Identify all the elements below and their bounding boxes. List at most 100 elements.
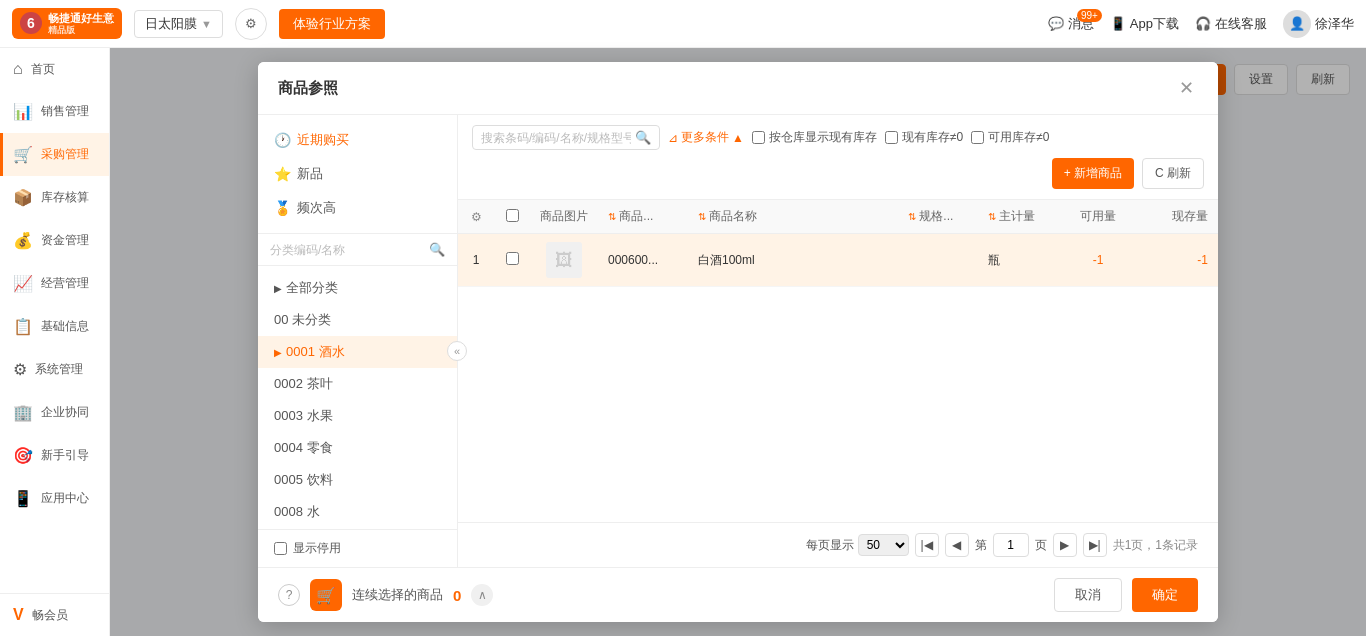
category-item-0001[interactable]: ▶ 0001 酒水 bbox=[258, 336, 457, 368]
sales-icon: 📊 bbox=[13, 102, 33, 121]
row-check[interactable] bbox=[494, 234, 530, 287]
modal-title: 商品参照 bbox=[278, 79, 338, 98]
store-selector[interactable]: 日太阳膜 ▼ bbox=[134, 10, 223, 38]
sidebar-label-apps: 应用中心 bbox=[41, 490, 89, 507]
continuous-label: 连续选择的商品 bbox=[352, 586, 443, 604]
per-page-select[interactable]: 50 10 20 100 bbox=[858, 534, 909, 556]
modal-close-button[interactable]: ✕ bbox=[1174, 76, 1198, 100]
logo: 6 畅捷通好生意 精品版 bbox=[12, 8, 122, 40]
star-icon: ⭐ bbox=[274, 166, 291, 182]
category-search-area: 🔍 bbox=[258, 234, 457, 266]
add-product-button[interactable]: + 新增商品 bbox=[1052, 158, 1134, 189]
sidebar-item-guide[interactable]: 🎯 新手引导 bbox=[0, 434, 109, 477]
row-stock: -1 bbox=[1138, 234, 1218, 287]
select-all-checkbox[interactable] bbox=[506, 209, 519, 222]
store-name: 日太阳膜 bbox=[145, 15, 197, 33]
page-word: 第 bbox=[975, 537, 987, 554]
app-download-item[interactable]: 📱 App下载 bbox=[1110, 15, 1179, 33]
sidebar-item-system[interactable]: ⚙ 系统管理 bbox=[0, 348, 109, 391]
app-sub: 精品版 bbox=[48, 25, 114, 36]
existing-stock-label: 现有库存≠0 bbox=[902, 129, 963, 146]
app-download-label: App下载 bbox=[1130, 15, 1179, 33]
sidebar-item-purchase[interactable]: 🛒 采购管理 bbox=[0, 133, 109, 176]
sort-unit-icon: ⇅ bbox=[988, 211, 996, 222]
prev-page-button[interactable]: ◀ bbox=[945, 533, 969, 557]
row-spec bbox=[898, 234, 978, 287]
tab-frequent-label: 频次高 bbox=[297, 199, 336, 217]
existing-stock-checkbox[interactable] bbox=[885, 131, 898, 144]
sidebar-item-basic[interactable]: 📋 基础信息 bbox=[0, 305, 109, 348]
col-header-avail: 可用量 bbox=[1058, 200, 1138, 234]
sidebar-item-enterprise[interactable]: 🏢 企业协同 bbox=[0, 391, 109, 434]
sidebar-item-operation[interactable]: 📈 经营管理 bbox=[0, 262, 109, 305]
table-settings-icon[interactable]: ⚙ bbox=[471, 210, 482, 224]
show-disabled-checkbox[interactable] bbox=[274, 542, 287, 555]
system-icon: ⚙ bbox=[13, 360, 27, 379]
gear-icon: ⚙ bbox=[245, 16, 257, 31]
more-filter-button[interactable]: ⊿ 更多条件 ▲ bbox=[668, 129, 744, 146]
selected-count: 0 bbox=[453, 587, 461, 604]
refresh-button[interactable]: C 刷新 bbox=[1142, 158, 1204, 189]
collapse-panel-button[interactable]: « bbox=[447, 341, 467, 361]
category-item-0008[interactable]: 0008 水 bbox=[258, 496, 457, 528]
last-page-button[interactable]: ▶| bbox=[1083, 533, 1107, 557]
row-checkbox[interactable] bbox=[506, 252, 519, 265]
category-item-00[interactable]: 00 未分类 bbox=[258, 304, 457, 336]
category-item-0005[interactable]: 0005 饮料 bbox=[258, 464, 457, 496]
category-item-0003[interactable]: 0003 水果 bbox=[258, 400, 457, 432]
category-search-input[interactable] bbox=[270, 243, 425, 257]
col-header-unit: ⇅ 主计量 bbox=[978, 200, 1058, 234]
category-item-0002[interactable]: 0002 茶叶 bbox=[258, 368, 457, 400]
modal-body: 🕐 近期购买 ⭐ 新品 🏅 频次高 bbox=[258, 115, 1218, 567]
filter-up-icon: ▲ bbox=[732, 131, 744, 145]
cart-icon[interactable]: 🛒 bbox=[310, 579, 342, 611]
home-icon: ⌂ bbox=[13, 60, 23, 78]
sidebar-item-finance[interactable]: 💰 资金管理 bbox=[0, 219, 109, 262]
product-search-icon[interactable]: 🔍 bbox=[635, 130, 651, 145]
help-button[interactable]: ? bbox=[278, 584, 300, 606]
messages-item[interactable]: 💬 消息 99+ bbox=[1048, 15, 1094, 33]
logo-icon: 6 bbox=[20, 12, 42, 34]
tab-recent[interactable]: 🕐 近期购买 bbox=[258, 123, 457, 157]
checkbox-available-stock[interactable]: 可用库存≠0 bbox=[971, 129, 1049, 146]
image-placeholder-icon: 🖼 bbox=[555, 250, 573, 271]
sidebar-item-vip[interactable]: V 畅会员 bbox=[0, 594, 109, 636]
category-item-0004[interactable]: 0004 零食 bbox=[258, 432, 457, 464]
tab-frequent[interactable]: 🏅 频次高 bbox=[258, 191, 457, 225]
modal-footer: ? 🛒 连续选择的商品 0 ∧ 取消 确定 bbox=[258, 567, 1218, 622]
user-item[interactable]: 👤 徐泽华 bbox=[1283, 10, 1354, 38]
first-page-button[interactable]: |◀ bbox=[915, 533, 939, 557]
sort-name-icon: ⇅ bbox=[698, 211, 706, 222]
checkbox-warehouse-stock[interactable]: 按仓库显示现有库存 bbox=[752, 129, 877, 146]
collapse-cart-button[interactable]: ∧ bbox=[471, 584, 493, 606]
tab-new-label: 新品 bbox=[297, 165, 323, 183]
category-label-0001: 0001 酒水 bbox=[286, 343, 345, 361]
experience-button[interactable]: 体验行业方案 bbox=[279, 9, 385, 39]
category-label-00: 00 未分类 bbox=[274, 311, 331, 329]
cancel-button[interactable]: 取消 bbox=[1054, 578, 1122, 612]
table-row[interactable]: 1 🖼 bbox=[458, 234, 1218, 287]
row-img: 🖼 bbox=[530, 234, 598, 287]
category-label-0002: 0002 茶叶 bbox=[274, 375, 333, 393]
category-label-0005: 0005 饮料 bbox=[274, 471, 333, 489]
sidebar-item-sales[interactable]: 📊 销售管理 bbox=[0, 90, 109, 133]
product-search-input[interactable] bbox=[481, 131, 631, 145]
sidebar-item-apps[interactable]: 📱 应用中心 bbox=[0, 477, 109, 520]
row-name: 白酒100ml bbox=[688, 234, 898, 287]
next-page-button[interactable]: ▶ bbox=[1053, 533, 1077, 557]
vip-icon: V bbox=[13, 606, 24, 624]
warehouse-stock-checkbox[interactable] bbox=[752, 131, 765, 144]
available-stock-checkbox[interactable] bbox=[971, 131, 984, 144]
sidebar-item-home[interactable]: ⌂ 首页 bbox=[0, 48, 109, 90]
checkbox-existing-stock[interactable]: 现有库存≠0 bbox=[885, 129, 963, 146]
sidebar-label-vip: 畅会员 bbox=[32, 607, 68, 624]
confirm-button[interactable]: 确定 bbox=[1132, 578, 1198, 612]
sidebar-item-inventory[interactable]: 📦 库存核算 bbox=[0, 176, 109, 219]
settings-gear-button[interactable]: ⚙ bbox=[235, 8, 267, 40]
category-item-all[interactable]: ▶ 全部分类 bbox=[258, 272, 457, 304]
page-number-input[interactable] bbox=[993, 533, 1029, 557]
tab-recent-label: 近期购买 bbox=[297, 131, 349, 149]
tab-new[interactable]: ⭐ 新品 bbox=[258, 157, 457, 191]
online-service-item[interactable]: 🎧 在线客服 bbox=[1195, 15, 1267, 33]
category-search-icon[interactable]: 🔍 bbox=[429, 242, 445, 257]
